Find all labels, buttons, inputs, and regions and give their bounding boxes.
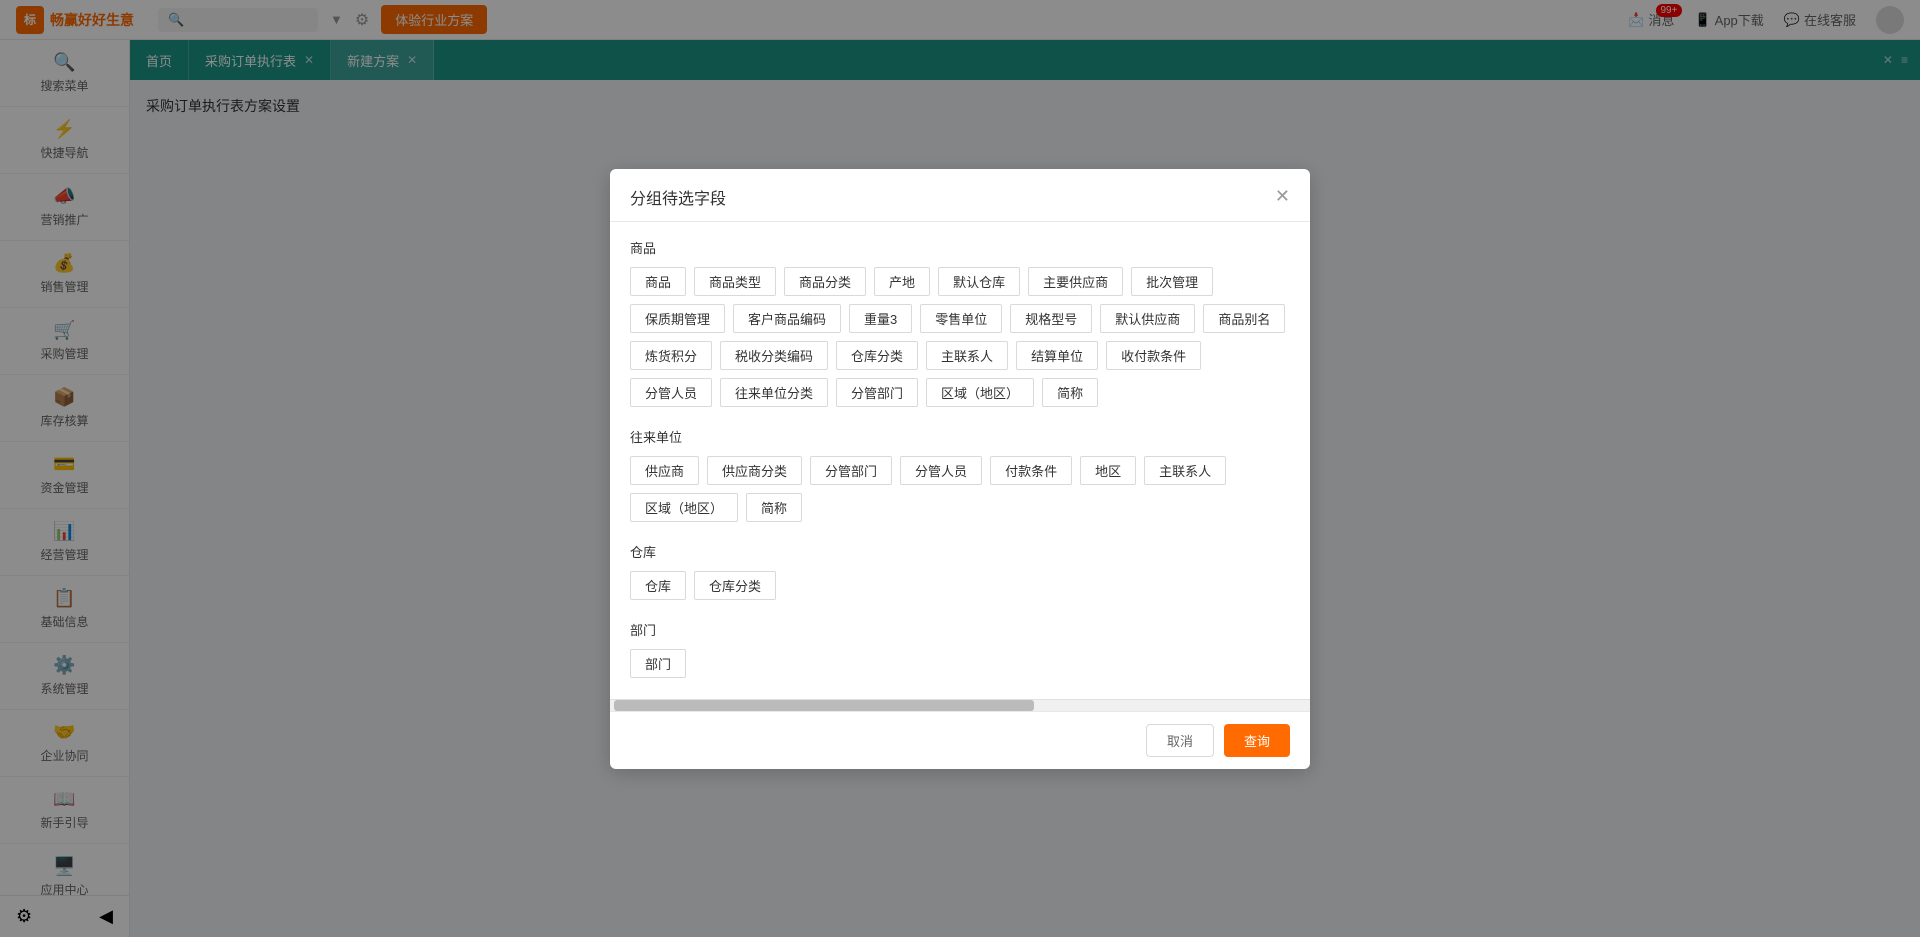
field-tag-0-23[interactable]: 区域（地区） — [926, 378, 1034, 407]
modal-body: 商品商品商品类型商品分类产地默认仓库主要供应商批次管理保质期管理客户商品编码重量… — [610, 222, 1310, 699]
field-tag-0-24[interactable]: 简称 — [1042, 378, 1098, 407]
modal: 分组待选字段 ✕ 商品商品商品类型商品分类产地默认仓库主要供应商批次管理保质期管… — [610, 169, 1310, 769]
field-tag-0-12[interactable]: 默认供应商 — [1100, 304, 1195, 333]
field-tag-0-22[interactable]: 分管部门 — [836, 378, 918, 407]
field-tag-1-4[interactable]: 付款条件 — [990, 456, 1072, 485]
modal-hscroll[interactable] — [610, 699, 1310, 711]
field-section-3: 部门部门 — [630, 620, 1290, 678]
field-tag-3-0[interactable]: 部门 — [630, 649, 686, 678]
field-tag-0-5[interactable]: 主要供应商 — [1028, 267, 1123, 296]
field-tag-0-18[interactable]: 结算单位 — [1016, 341, 1098, 370]
section-label-3: 部门 — [630, 620, 1290, 639]
modal-title: 分组待选字段 — [630, 185, 726, 209]
field-tag-0-1[interactable]: 商品类型 — [694, 267, 776, 296]
section-label-0: 商品 — [630, 238, 1290, 257]
field-tag-0-2[interactable]: 商品分类 — [784, 267, 866, 296]
field-tag-0-10[interactable]: 零售单位 — [920, 304, 1002, 333]
field-tag-1-7[interactable]: 区域（地区） — [630, 493, 738, 522]
field-tag-0-4[interactable]: 默认仓库 — [938, 267, 1020, 296]
field-tag-0-6[interactable]: 批次管理 — [1131, 267, 1213, 296]
modal-footer: 取消 查询 — [610, 711, 1310, 769]
field-tags-0: 商品商品类型商品分类产地默认仓库主要供应商批次管理保质期管理客户商品编码重量3 零… — [630, 267, 1290, 407]
field-tag-0-7[interactable]: 保质期管理 — [630, 304, 725, 333]
field-tag-0-17[interactable]: 主联系人 — [926, 341, 1008, 370]
confirm-button[interactable]: 查询 — [1224, 724, 1290, 757]
section-label-2: 仓库 — [630, 542, 1290, 561]
field-tag-0-21[interactable]: 往来单位分类 — [720, 378, 828, 407]
field-tag-0-11[interactable]: 规格型号 — [1010, 304, 1092, 333]
field-tag-2-1[interactable]: 仓库分类 — [694, 571, 776, 600]
field-tag-0-8[interactable]: 客户商品编码 — [733, 304, 841, 333]
field-tag-1-8[interactable]: 简称 — [746, 493, 802, 522]
field-tag-1-0[interactable]: 供应商 — [630, 456, 699, 485]
field-tag-1-5[interactable]: 地区 — [1080, 456, 1136, 485]
field-section-0: 商品商品商品类型商品分类产地默认仓库主要供应商批次管理保质期管理客户商品编码重量… — [630, 238, 1290, 407]
field-tags-2: 仓库仓库分类 — [630, 571, 1290, 600]
modal-close-btn[interactable]: ✕ — [1275, 186, 1290, 207]
field-tag-0-15[interactable]: 税收分类编码 — [720, 341, 828, 370]
field-tag-0-16[interactable]: 仓库分类 — [836, 341, 918, 370]
cancel-button[interactable]: 取消 — [1146, 724, 1214, 757]
field-tag-1-1[interactable]: 供应商分类 — [707, 456, 802, 485]
field-section-2: 仓库仓库仓库分类 — [630, 542, 1290, 600]
field-tag-0-13[interactable]: 商品别名 — [1203, 304, 1285, 333]
section-label-1: 往来单位 — [630, 427, 1290, 446]
field-tag-1-3[interactable]: 分管人员 — [900, 456, 982, 485]
field-tag-1-2[interactable]: 分管部门 — [810, 456, 892, 485]
field-tags-3: 部门 — [630, 649, 1290, 678]
field-tag-0-19[interactable]: 收付款条件 — [1106, 341, 1201, 370]
field-tag-0-0[interactable]: 商品 — [630, 267, 686, 296]
field-tags-1: 供应商供应商分类分管部门分管人员付款条件地区主联系人区域（地区） 简称 — [630, 456, 1290, 522]
field-tag-0-9[interactable]: 重量3 — [849, 304, 912, 333]
modal-overlay[interactable]: 分组待选字段 ✕ 商品商品商品类型商品分类产地默认仓库主要供应商批次管理保质期管… — [0, 0, 1920, 937]
field-tag-0-14[interactable]: 炼货积分 — [630, 341, 712, 370]
field-section-1: 往来单位供应商供应商分类分管部门分管人员付款条件地区主联系人区域（地区） 简称 — [630, 427, 1290, 522]
field-tag-0-3[interactable]: 产地 — [874, 267, 930, 296]
modal-header: 分组待选字段 ✕ — [610, 169, 1310, 222]
field-tag-1-6[interactable]: 主联系人 — [1144, 456, 1226, 485]
field-tag-0-20[interactable]: 分管人员 — [630, 378, 712, 407]
field-tag-2-0[interactable]: 仓库 — [630, 571, 686, 600]
